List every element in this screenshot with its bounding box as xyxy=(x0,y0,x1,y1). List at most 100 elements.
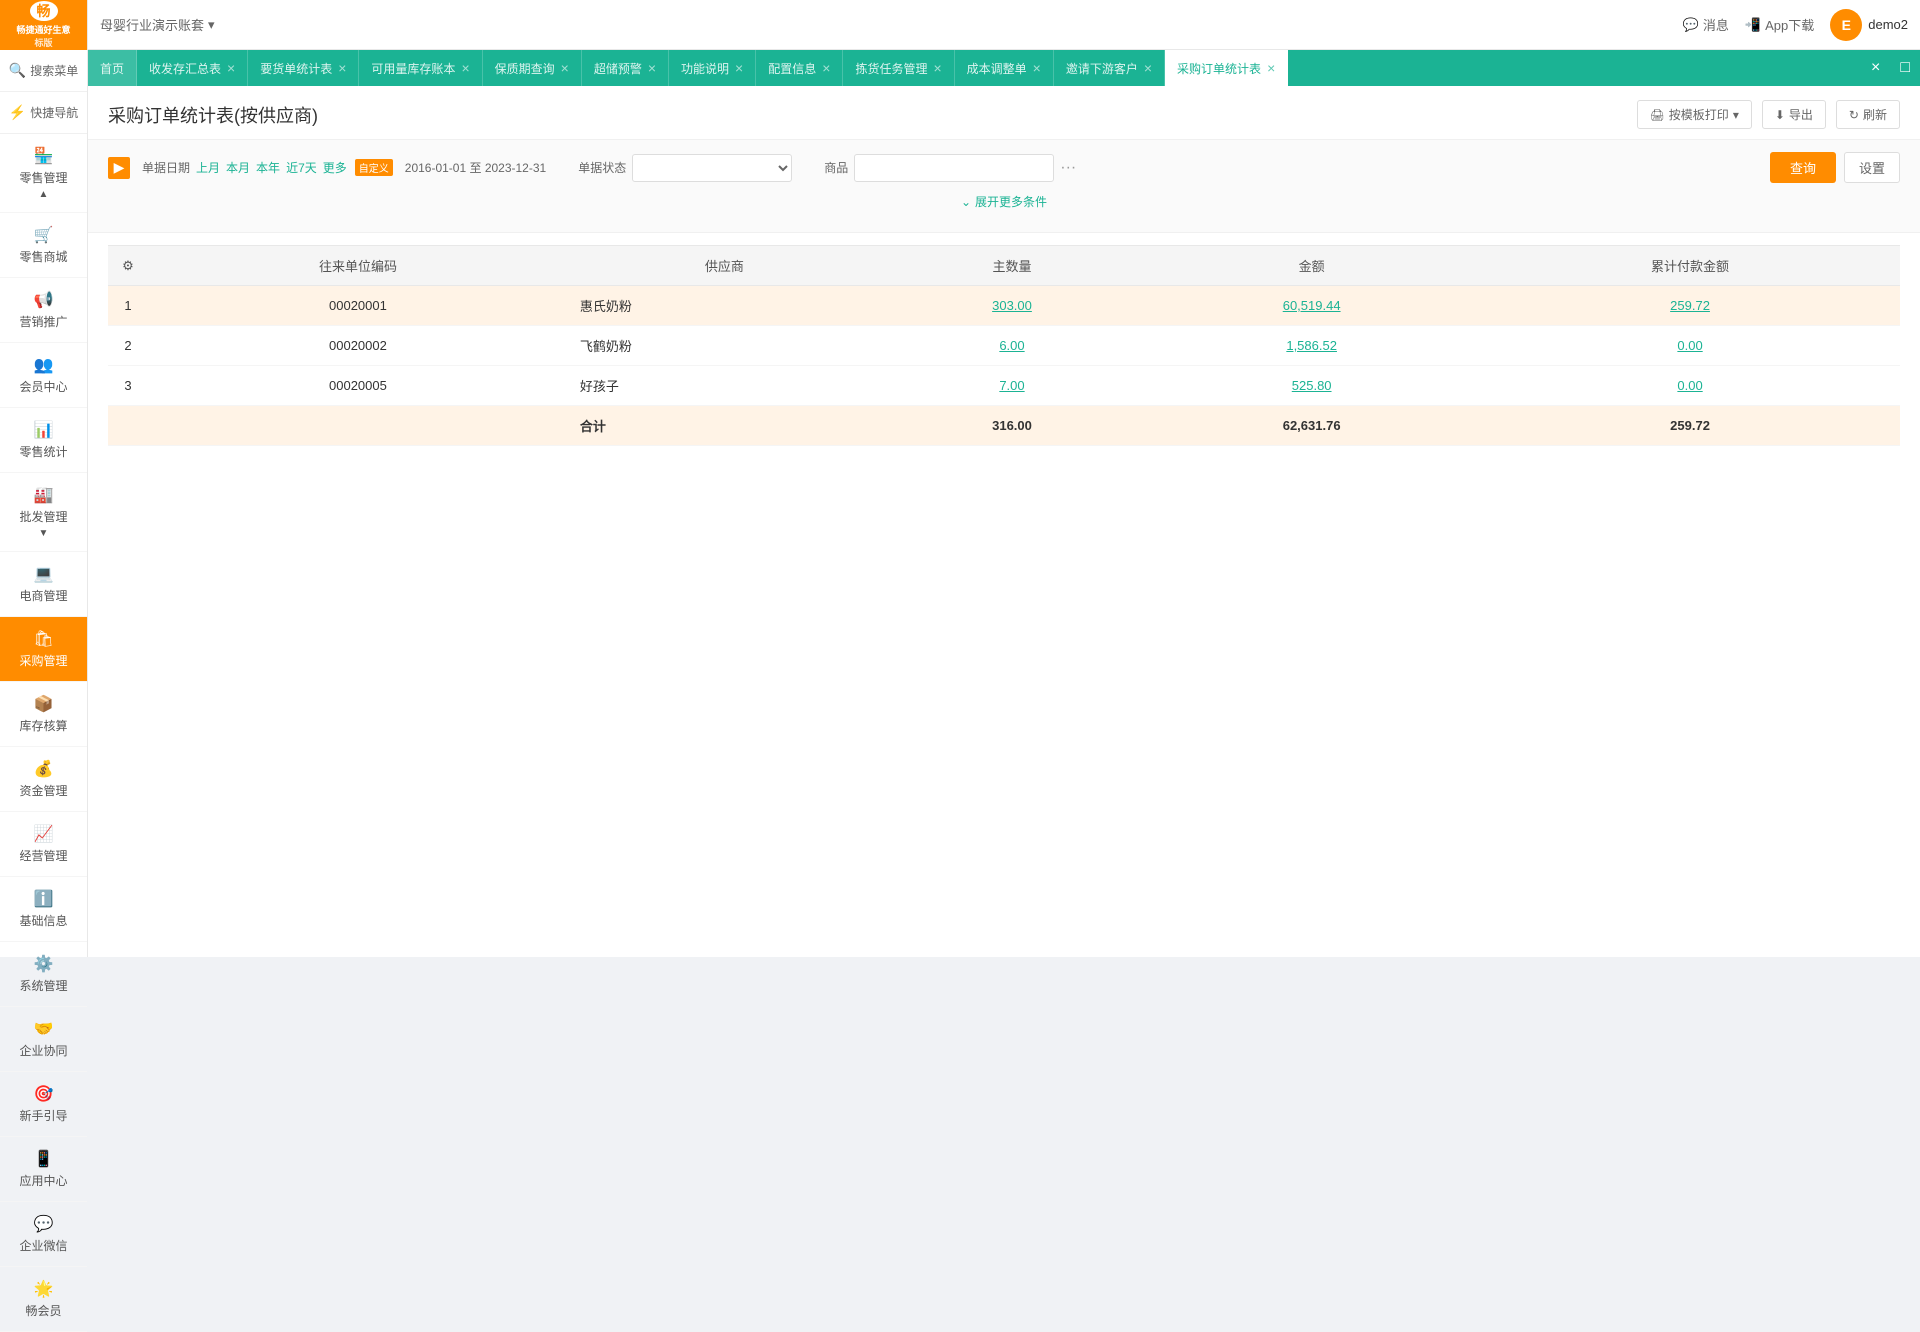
expand-conditions-button[interactable]: ⌄ 展开更多条件 xyxy=(949,187,1059,216)
tab-close-icon[interactable]: × xyxy=(933,60,941,76)
logo-text: 畅捷通好生意 xyxy=(16,23,70,36)
sidebar-item-system[interactable]: ⚙️ 系统管理 xyxy=(0,942,87,1007)
refresh-button[interactable]: ↻ 刷新 xyxy=(1836,100,1900,129)
tab-label: 收发存汇总表 xyxy=(149,60,221,77)
settings-button[interactable]: 设置 xyxy=(1844,152,1900,183)
search-menu-area[interactable]: 🔍 搜索菜单 xyxy=(0,50,87,92)
maximize-button[interactable]: □ xyxy=(1890,50,1920,86)
tab-available-stock[interactable]: 可用量库存账本 × xyxy=(359,50,482,86)
tab-close-icon[interactable]: × xyxy=(561,60,569,76)
search-menu-button[interactable]: 🔍 搜索菜单 xyxy=(6,58,81,83)
sidebar-item-finance[interactable]: 💰 资金管理 xyxy=(0,747,87,812)
quick-nav-button[interactable]: ⚡ 快捷导航 xyxy=(6,100,81,125)
print-button[interactable]: 🖨 按模板打印 ▾ xyxy=(1637,100,1752,129)
date-7days[interactable]: 近7天 xyxy=(286,159,317,176)
sidebar-item-retail-mgmt[interactable]: 🏪 零售管理 ▲ xyxy=(0,134,87,213)
th-settings[interactable]: ⚙ xyxy=(108,246,148,286)
tab-close-icon[interactable]: × xyxy=(1144,60,1152,76)
qty-link[interactable]: 7.00 xyxy=(999,378,1024,393)
tab-close-icon[interactable]: × xyxy=(1267,60,1275,76)
quick-nav-area[interactable]: ⚡ 快捷导航 xyxy=(0,92,87,134)
expand-label: 展开更多条件 xyxy=(975,193,1047,210)
table-row: 2 00020002 飞鹤奶粉 6.00 1,586.52 0.00 xyxy=(108,326,1900,366)
amount-link[interactable]: 1,586.52 xyxy=(1286,338,1337,353)
operations-icon: 📈 xyxy=(34,824,54,844)
tab-purchase-stats[interactable]: 采购订单统计表 × xyxy=(1165,50,1288,86)
date-this-month[interactable]: 本月 xyxy=(226,159,250,176)
column-settings-icon[interactable]: ⚙ xyxy=(122,258,134,273)
sidebar-item-operations[interactable]: 📈 经营管理 xyxy=(0,812,87,877)
member2-icon: 🌟 xyxy=(34,1279,54,1299)
paid-link[interactable]: 0.00 xyxy=(1677,338,1702,353)
tab-close-icon[interactable]: × xyxy=(1033,60,1041,76)
close-tab-button[interactable]: × xyxy=(1861,50,1890,86)
sidebar-item-new-guide[interactable]: 🎯 新手引导 xyxy=(0,1072,87,1137)
goods-label: 商品 xyxy=(824,159,848,176)
tab-func-desc[interactable]: 功能说明 × xyxy=(669,50,756,86)
tab-cost-adjust[interactable]: 成本调整单 × xyxy=(955,50,1054,86)
tab-label: 采购订单统计表 xyxy=(1177,60,1261,77)
table-footer-row: 合计 316.00 62,631.76 259.72 xyxy=(108,406,1900,446)
retail-mgmt-icon: 🏪 xyxy=(34,146,54,166)
qty-link[interactable]: 6.00 xyxy=(999,338,1024,353)
tab-pick-task[interactable]: 拣货任务管理 × xyxy=(843,50,954,86)
sidebar-item-inventory[interactable]: 📦 库存核算 xyxy=(0,682,87,747)
tab-close-icon[interactable]: × xyxy=(461,60,469,76)
tab-config-info[interactable]: 配置信息 × xyxy=(756,50,843,86)
app-logo: 畅 畅捷通好生意 标版 xyxy=(0,0,87,50)
tab-collect-pay[interactable]: 收发存汇总表 × xyxy=(137,50,248,86)
filter-toggle-button[interactable]: ▶ xyxy=(108,157,130,179)
amount-link[interactable]: 525.80 xyxy=(1292,378,1332,393)
query-button[interactable]: 查询 xyxy=(1770,152,1836,183)
sidebar-item-corp-collab[interactable]: 🤝 企业协同 xyxy=(0,1007,87,1072)
tab-expiry-query[interactable]: 保质期查询 × xyxy=(483,50,582,86)
sidebar-item-wholesale[interactable]: 🏭 批发管理 ▼ xyxy=(0,473,87,552)
action-buttons: 查询 设置 xyxy=(1770,152,1900,183)
paid-link[interactable]: 0.00 xyxy=(1677,378,1702,393)
cell-amount: 60,519.44 xyxy=(1143,286,1480,326)
footer-qty: 316.00 xyxy=(881,406,1143,446)
status-select[interactable] xyxy=(632,154,792,182)
goods-input[interactable] xyxy=(854,154,1054,182)
date-last-month[interactable]: 上月 xyxy=(196,159,220,176)
sidebar-item-retail-stats[interactable]: 📊 零售统计 xyxy=(0,408,87,473)
sidebar-item-member[interactable]: 👥 会员中心 xyxy=(0,343,87,408)
print-label: 按模板打印 xyxy=(1669,106,1729,123)
tab-close-icon[interactable]: × xyxy=(227,60,235,76)
sidebar-item-app-center[interactable]: 📱 应用中心 xyxy=(0,1137,87,1202)
print-dropdown-icon: ▾ xyxy=(1733,108,1739,122)
cell-code: 00020001 xyxy=(148,286,568,326)
tab-requisition[interactable]: 要货单统计表 × xyxy=(248,50,359,86)
goods-more-icon[interactable]: ··· xyxy=(1060,159,1076,177)
tab-close-icon[interactable]: × xyxy=(338,60,346,76)
username-label: demo2 xyxy=(1868,17,1908,32)
sidebar-item-purchase[interactable]: 🛍 采购管理 xyxy=(0,617,87,682)
sidebar-item-member2[interactable]: 🌟 畅会员 xyxy=(0,1267,87,1332)
tab-home[interactable]: 首页 xyxy=(88,50,137,86)
sidebar-item-marketing[interactable]: 📢 营销推广 xyxy=(0,278,87,343)
tab-label: 超储预警 xyxy=(594,60,642,77)
tab-overstock-alert[interactable]: 超储预警 × xyxy=(582,50,669,86)
app-download-button[interactable]: 📲 App下载 xyxy=(1745,15,1814,34)
user-menu[interactable]: E demo2 xyxy=(1830,9,1908,41)
sidebar-item-label: 经营管理 xyxy=(19,847,67,864)
tab-close-icon[interactable]: × xyxy=(648,60,656,76)
sidebar: 畅 畅捷通好生意 标版 🔍 搜索菜单 ⚡ 快捷导航 🏪 零售管理 ▲ 🛒 零售商… xyxy=(0,0,88,957)
app-download-label: App下载 xyxy=(1765,15,1814,34)
qty-link[interactable]: 303.00 xyxy=(992,298,1032,313)
tab-close-icon[interactable]: × xyxy=(822,60,830,76)
sidebar-item-basic-info[interactable]: ℹ️ 基础信息 xyxy=(0,877,87,942)
amount-link[interactable]: 60,519.44 xyxy=(1283,298,1341,313)
export-button[interactable]: ⬇ 导出 xyxy=(1762,100,1826,129)
tab-invite-customer[interactable]: 邀请下游客户 × xyxy=(1054,50,1165,86)
workspace-title[interactable]: 母婴行业演示账套 ▾ xyxy=(100,15,215,34)
tab-close-icon[interactable]: × xyxy=(735,60,743,76)
sidebar-item-retail-shop[interactable]: 🛒 零售商城 xyxy=(0,213,87,278)
sidebar-item-ecommerce[interactable]: 💻 电商管理 xyxy=(0,552,87,617)
date-this-year[interactable]: 本年 xyxy=(256,159,280,176)
message-button[interactable]: 💬 消息 xyxy=(1683,15,1729,34)
paid-link[interactable]: 259.72 xyxy=(1670,298,1710,313)
search-icon: 🔍 xyxy=(9,62,26,79)
sidebar-item-corp-wechat[interactable]: 💬 企业微信 xyxy=(0,1202,87,1267)
date-more[interactable]: 更多 xyxy=(323,159,347,176)
